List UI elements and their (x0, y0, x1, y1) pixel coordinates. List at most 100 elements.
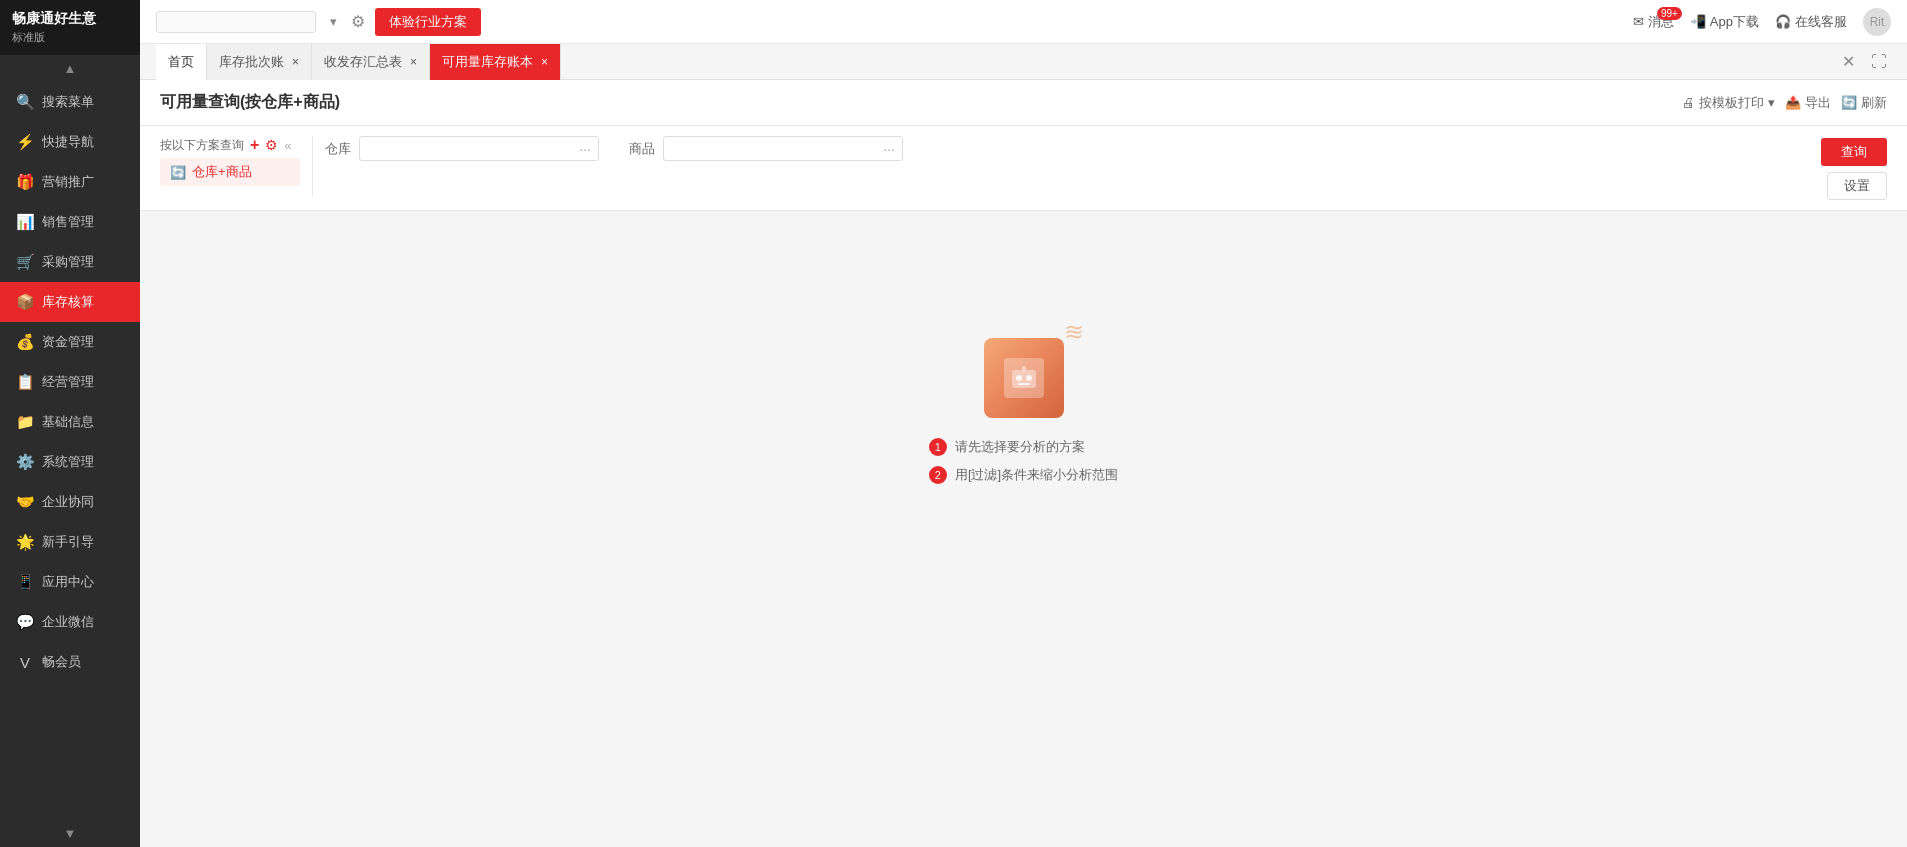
inventory-icon: 📦 (16, 293, 34, 311)
topbar-search-input[interactable] (165, 15, 307, 29)
sidebar-item-marketing-label: 营销推广 (42, 173, 94, 191)
topbar-search-box[interactable] (156, 11, 316, 33)
appcenter-icon: 📱 (16, 573, 34, 591)
app-download-btn[interactable]: 📲 App下载 (1690, 13, 1759, 31)
sidebar-item-search-label: 搜索菜单 (42, 93, 94, 111)
close-window-btn[interactable]: ✕ (1838, 50, 1859, 73)
empty-illustration: ≋ (964, 318, 1084, 418)
template-print-btn[interactable]: 🖨 按模板打印 ▾ (1682, 94, 1775, 112)
sidebar-item-sales-label: 销售管理 (42, 213, 94, 231)
tab-batch-label: 库存批次账 (219, 53, 284, 71)
empty-state: ≋ 1 (140, 211, 1907, 591)
tab-batch-close[interactable]: × (292, 55, 299, 69)
svg-rect-3 (1018, 383, 1030, 385)
tab-home-label: 首页 (168, 53, 194, 71)
sidebar-item-inventory-label: 库存核算 (42, 293, 94, 311)
empty-tip-1: 1 请先选择要分析的方案 (929, 438, 1118, 456)
tabbar: 首页 库存批次账 × 收发存汇总表 × 可用量库存账本 × ✕ ⛶ (140, 44, 1907, 80)
collapse-btn[interactable]: « (284, 138, 291, 153)
query-btn[interactable]: 查询 (1821, 138, 1887, 166)
tabbar-controls: ✕ ⛶ (1838, 50, 1891, 73)
warehouse-input-icon[interactable]: ··· (579, 141, 591, 157)
purchase-icon: 🛒 (16, 253, 34, 271)
page-header-actions: 🖨 按模板打印 ▾ 📤 导出 🔄 刷新 (1682, 94, 1887, 112)
goods-input-wrapper: ··· (663, 136, 903, 161)
empty-decoration: ≋ (1064, 318, 1084, 346)
sidebar-item-enterprise[interactable]: 🤝 企业协同 (0, 482, 140, 522)
user-avatar[interactable]: Rit (1863, 8, 1891, 36)
sidebar-item-search[interactable]: 🔍 搜索菜单 (0, 82, 140, 122)
app-download-icon: 📲 (1690, 14, 1706, 29)
sidebar-item-vip[interactable]: V 畅会员 (0, 642, 140, 682)
empty-box-face (1004, 358, 1044, 398)
filter-action-buttons: 查询 设置 (1821, 136, 1887, 200)
topbar-dropdown-icon[interactable]: ▾ (330, 14, 337, 29)
scheme-warehouse-goods[interactable]: 🔄 仓库+商品 (160, 158, 300, 186)
svg-rect-4 (1022, 366, 1026, 371)
message-btn[interactable]: ✉ 消息 99+ (1633, 13, 1674, 31)
filter-divider (312, 136, 313, 196)
export-icon: 📤 (1785, 95, 1801, 110)
sidebar-item-enterprise-label: 企业协同 (42, 493, 94, 511)
sidebar-item-inventory[interactable]: 📦 库存核算 (0, 282, 140, 322)
sidebar-scroll-down[interactable]: ▼ (0, 820, 140, 847)
topbar-gear-icon[interactable]: ⚙ (351, 12, 365, 31)
export-btn[interactable]: 📤 导出 (1785, 94, 1831, 112)
warehouse-input[interactable] (359, 136, 599, 161)
settings-btn[interactable]: 设置 (1827, 172, 1887, 200)
expand-window-btn[interactable]: ⛶ (1867, 51, 1891, 73)
tab-home[interactable]: 首页 (156, 44, 207, 80)
tab-available[interactable]: 可用量库存账本 × (430, 44, 561, 80)
vip-icon: V (16, 654, 34, 671)
sidebar-item-finance-label: 资金管理 (42, 333, 94, 351)
edition-label: 标准版 (12, 30, 128, 45)
sidebar-scroll-up[interactable]: ▲ (0, 55, 140, 82)
sidebar-item-marketing[interactable]: 🎁 营销推广 (0, 162, 140, 202)
sidebar-item-operations[interactable]: 📋 经营管理 (0, 362, 140, 402)
sidebar-item-appcenter-label: 应用中心 (42, 573, 94, 591)
scheme-settings-btn[interactable]: ⚙ (265, 137, 278, 153)
tip-num-1: 1 (929, 438, 947, 456)
tab-summary-close[interactable]: × (410, 55, 417, 69)
scheme-warehouse-goods-label: 仓库+商品 (192, 163, 252, 181)
goods-filter-group: 商品 ··· (629, 136, 903, 161)
sidebar-item-finance[interactable]: 💰 资金管理 (0, 322, 140, 362)
refresh-btn[interactable]: 🔄 刷新 (1841, 94, 1887, 112)
system-icon: ⚙️ (16, 453, 34, 471)
tip-text-2: 用[过滤]条件来缩小分析范围 (955, 466, 1118, 484)
sidebar-item-purchase[interactable]: 🛒 采购管理 (0, 242, 140, 282)
sidebar-item-newbie[interactable]: 🌟 新手引导 (0, 522, 140, 562)
sidebar: 畅康通好生意 标准版 ▲ 🔍 搜索菜单 ⚡ 快捷导航 🎁 营销推广 📊 销售管理… (0, 0, 140, 847)
tip-num-2: 2 (929, 466, 947, 484)
enterprise-icon: 🤝 (16, 493, 34, 511)
sidebar-item-quicknav[interactable]: ⚡ 快捷导航 (0, 122, 140, 162)
scheme-selector: 按以下方案查询 + ⚙ « 🔄 仓库+商品 (160, 136, 300, 186)
tab-available-close[interactable]: × (541, 55, 548, 69)
goods-input-icon[interactable]: ··· (883, 141, 895, 157)
sidebar-item-sales[interactable]: 📊 销售管理 (0, 202, 140, 242)
tab-summary[interactable]: 收发存汇总表 × (312, 44, 430, 80)
sidebar-item-system-label: 系统管理 (42, 453, 94, 471)
tab-available-label: 可用量库存账本 (442, 53, 533, 71)
finance-icon: 💰 (16, 333, 34, 351)
sidebar-item-purchase-label: 采购管理 (42, 253, 94, 271)
sidebar-item-quicknav-label: 快捷导航 (42, 133, 94, 151)
scheme-header: 按以下方案查询 + ⚙ « (160, 136, 300, 154)
sidebar-item-basic[interactable]: 📁 基础信息 (0, 402, 140, 442)
app-download-label: App下载 (1710, 13, 1759, 31)
sidebar-item-wxbiz[interactable]: 💬 企业微信 (0, 602, 140, 642)
goods-input[interactable] (663, 136, 903, 161)
scheme-label: 按以下方案查询 (160, 137, 244, 154)
sidebar-item-system[interactable]: ⚙️ 系统管理 (0, 442, 140, 482)
template-print-dropdown-icon[interactable]: ▾ (1768, 95, 1775, 110)
scheme-warehouse-goods-icon: 🔄 (170, 165, 186, 180)
empty-tip-2: 2 用[过滤]条件来缩小分析范围 (929, 466, 1118, 484)
basic-icon: 📁 (16, 413, 34, 431)
online-service-btn[interactable]: 🎧 在线客服 (1775, 13, 1847, 31)
newbie-icon: 🌟 (16, 533, 34, 551)
sidebar-item-appcenter[interactable]: 📱 应用中心 (0, 562, 140, 602)
industry-btn[interactable]: 体验行业方案 (375, 8, 481, 36)
add-scheme-btn[interactable]: + (250, 136, 259, 154)
tab-batch[interactable]: 库存批次账 × (207, 44, 312, 80)
wxbiz-icon: 💬 (16, 613, 34, 631)
